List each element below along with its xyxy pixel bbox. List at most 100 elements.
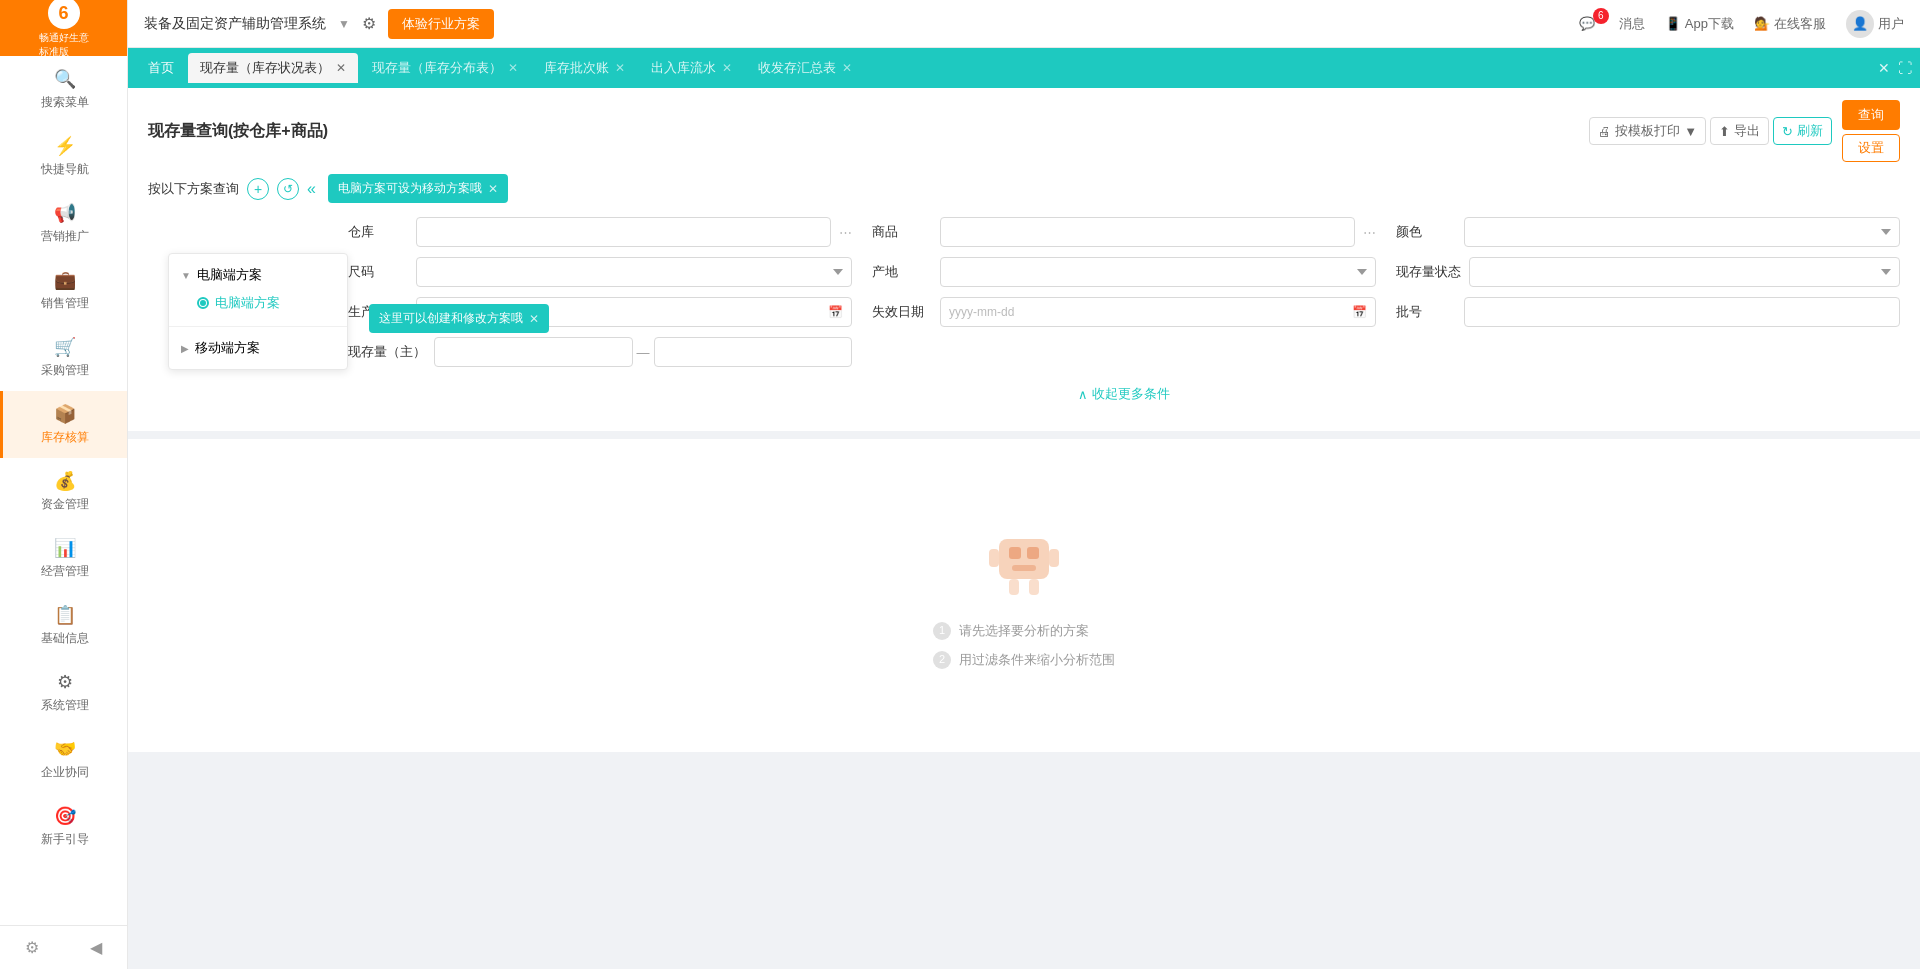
filter-select-origin[interactable] bbox=[940, 257, 1376, 287]
sidebar-item-corp[interactable]: 🤝 企业协同 bbox=[0, 726, 127, 793]
sidebar-item-inventory[interactable]: 📦 库存核算 bbox=[0, 391, 127, 458]
refresh-btn[interactable]: ↻ 刷新 bbox=[1773, 117, 1832, 145]
filter-refresh-btn[interactable]: ↺ bbox=[277, 178, 299, 200]
field-label-size: 尺码 bbox=[348, 263, 408, 281]
filter-area: 按以下方案查询 + ↺ « 电脑方案可设为移动方案哦 ✕ ▼ bbox=[128, 162, 1920, 431]
tab-inventory-status[interactable]: 现存量（库存状况表） ✕ bbox=[188, 53, 358, 83]
logo-text: 畅通好生意标准版 bbox=[39, 31, 89, 59]
print-label: 按模板打印 bbox=[1615, 122, 1680, 140]
tab-fullscreen-btn[interactable]: ⛶ bbox=[1898, 60, 1912, 76]
filter-back-btn[interactable]: « bbox=[307, 180, 316, 198]
sidebar-item-search[interactable]: 🔍 搜索菜单 bbox=[0, 56, 127, 123]
tab-home[interactable]: 首页 bbox=[136, 53, 186, 83]
filter-input-product[interactable] bbox=[940, 217, 1355, 247]
tab-flow[interactable]: 出入库流水 ✕ bbox=[639, 53, 744, 83]
support-label: 在线客服 bbox=[1774, 15, 1826, 33]
sidebar-item-label: 销售管理 bbox=[41, 295, 89, 312]
collapse-sidebar-btn[interactable]: ◀ bbox=[90, 938, 102, 957]
filter-grid: 仓库 ⋯ 商品 ⋯ 颜色 bbox=[348, 217, 1900, 367]
basic-icon: 📋 bbox=[54, 604, 76, 626]
export-icon: ⬆ bbox=[1719, 124, 1730, 139]
filter-select-color[interactable] bbox=[1464, 217, 1900, 247]
sidebar-item-sales[interactable]: 💼 销售管理 bbox=[0, 257, 127, 324]
user-action[interactable]: 👤 用户 bbox=[1846, 10, 1904, 38]
scheme-group-pc-header[interactable]: ▼ 电脑端方案 bbox=[169, 262, 347, 288]
sidebar-item-basic[interactable]: 📋 基础信息 bbox=[0, 592, 127, 659]
set-btn[interactable]: 设置 bbox=[1842, 134, 1900, 162]
field-label-batch: 批号 bbox=[1396, 303, 1456, 321]
expire-date-placeholder: yyyy-mm-dd bbox=[949, 305, 1014, 319]
page-actions: 🖨 按模板打印 ▼ ⬆ 导出 ↻ 刷新 查询 设置 bbox=[1589, 100, 1900, 162]
export-btn[interactable]: ⬆ 导出 bbox=[1710, 117, 1769, 145]
sidebar-item-label: 搜索菜单 bbox=[41, 94, 89, 111]
sidebar-item-guide[interactable]: 🎯 新手引导 bbox=[0, 793, 127, 860]
top-header: 装备及固定资产辅助管理系统 ▼ ⚙ 体验行业方案 💬 6 消息 📱 App下载 … bbox=[128, 0, 1920, 48]
tab-close-batch[interactable]: ✕ bbox=[615, 61, 625, 75]
tooltip-pc-close[interactable]: ✕ bbox=[488, 182, 498, 196]
stock-qty-max[interactable] bbox=[654, 337, 853, 367]
logo-icon: 6 bbox=[48, 0, 80, 29]
sidebar-item-purchase[interactable]: 🛒 采购管理 bbox=[0, 324, 127, 391]
sidebar-item-quicknav[interactable]: ⚡ 快捷导航 bbox=[0, 123, 127, 190]
tab-batch[interactable]: 库存批次账 ✕ bbox=[532, 53, 637, 83]
calendar-icon-produce[interactable]: 📅 bbox=[828, 305, 843, 319]
calendar-icon-expire[interactable]: 📅 bbox=[1352, 305, 1367, 319]
filter-input-expire-date[interactable]: yyyy-mm-dd 📅 bbox=[940, 297, 1376, 327]
filter-row-size: 尺码 bbox=[348, 257, 852, 287]
sidebar-item-operation[interactable]: 📊 经营管理 bbox=[0, 525, 127, 592]
filter-select-size[interactable] bbox=[416, 257, 852, 287]
sidebar-nav: 🔍 搜索菜单 ⚡ 快捷导航 📢 营销推广 💼 销售管理 🛒 采购管理 📦 库存核… bbox=[0, 56, 127, 925]
filter-input-warehouse[interactable] bbox=[416, 217, 831, 247]
sidebar-item-marketing[interactable]: 📢 营销推广 bbox=[0, 190, 127, 257]
tab-inventory-dist[interactable]: 现存量（库存分布表） ✕ bbox=[360, 53, 530, 83]
operation-icon: 📊 bbox=[54, 537, 76, 559]
tab-inventory-dist-label: 现存量（库存分布表） bbox=[372, 59, 502, 77]
scheme-group-mobile: ▶ 移动端方案 bbox=[169, 331, 347, 365]
message-action[interactable]: 💬 6 消息 bbox=[1579, 15, 1645, 33]
tab-close-all-btn[interactable]: ✕ bbox=[1878, 60, 1890, 76]
industry-btn[interactable]: 体验行业方案 bbox=[388, 9, 494, 39]
tab-close-inventory-dist[interactable]: ✕ bbox=[508, 61, 518, 75]
scheme-item-radio-inner bbox=[200, 300, 206, 306]
range-separator: — bbox=[637, 345, 650, 360]
print-btn[interactable]: 🖨 按模板打印 ▼ bbox=[1589, 117, 1706, 145]
empty-step2: 2 用过滤条件来缩小分析范围 bbox=[933, 648, 1115, 671]
svg-rect-7 bbox=[1029, 579, 1039, 595]
filter-add-btn[interactable]: + bbox=[247, 178, 269, 200]
tab-summary[interactable]: 收发存汇总表 ✕ bbox=[746, 53, 864, 83]
expand-arrow: ▼ bbox=[181, 270, 191, 281]
collapse-btn[interactable]: ∧ 收起更多条件 bbox=[348, 379, 1900, 409]
tab-close-inventory-status[interactable]: ✕ bbox=[336, 61, 346, 75]
warehouse-dots[interactable]: ⋯ bbox=[839, 225, 852, 240]
sidebar-logo: 6 畅通好生意标准版 bbox=[0, 0, 127, 56]
system-title-dropdown[interactable]: ▼ bbox=[338, 17, 350, 31]
field-label-warehouse: 仓库 bbox=[348, 223, 408, 241]
print-dropdown-icon: ▼ bbox=[1684, 124, 1697, 139]
query-btn[interactable]: 查询 bbox=[1842, 100, 1900, 130]
svg-rect-5 bbox=[1049, 549, 1059, 567]
sidebar-item-system[interactable]: ⚙ 系统管理 bbox=[0, 659, 127, 726]
refresh-label: 刷新 bbox=[1797, 122, 1823, 140]
stock-qty-min[interactable] bbox=[434, 337, 633, 367]
step1-text: 请先选择要分析的方案 bbox=[959, 619, 1089, 642]
tab-home-label: 首页 bbox=[148, 59, 174, 77]
sidebar-item-label: 库存核算 bbox=[41, 429, 89, 446]
tab-close-flow[interactable]: ✕ bbox=[722, 61, 732, 75]
support-action[interactable]: 💁 在线客服 bbox=[1754, 15, 1826, 33]
app-download-action[interactable]: 📱 App下载 bbox=[1665, 15, 1734, 33]
tooltip-scheme-close[interactable]: ✕ bbox=[529, 312, 539, 326]
field-label-origin: 产地 bbox=[872, 263, 932, 281]
scheme-item-pc[interactable]: 电脑端方案 bbox=[169, 288, 347, 318]
sidebar-item-finance[interactable]: 💰 资金管理 bbox=[0, 458, 127, 525]
refresh-icon: ↻ bbox=[1782, 124, 1793, 139]
filter-input-batch[interactable] bbox=[1464, 297, 1900, 327]
tab-close-summary[interactable]: ✕ bbox=[842, 61, 852, 75]
user-avatar: 👤 bbox=[1846, 10, 1874, 38]
filter-select-stock-status[interactable] bbox=[1469, 257, 1900, 287]
product-dots[interactable]: ⋯ bbox=[1363, 225, 1376, 240]
settings-bottom-btn[interactable]: ⚙ bbox=[25, 938, 39, 957]
header-gear-btn[interactable]: ⚙ bbox=[362, 14, 376, 33]
corp-icon: 🤝 bbox=[54, 738, 76, 760]
scheme-group-mobile-header[interactable]: ▶ 移动端方案 bbox=[169, 335, 347, 361]
main-area: 装备及固定资产辅助管理系统 ▼ ⚙ 体验行业方案 💬 6 消息 📱 App下载 … bbox=[128, 0, 1920, 969]
